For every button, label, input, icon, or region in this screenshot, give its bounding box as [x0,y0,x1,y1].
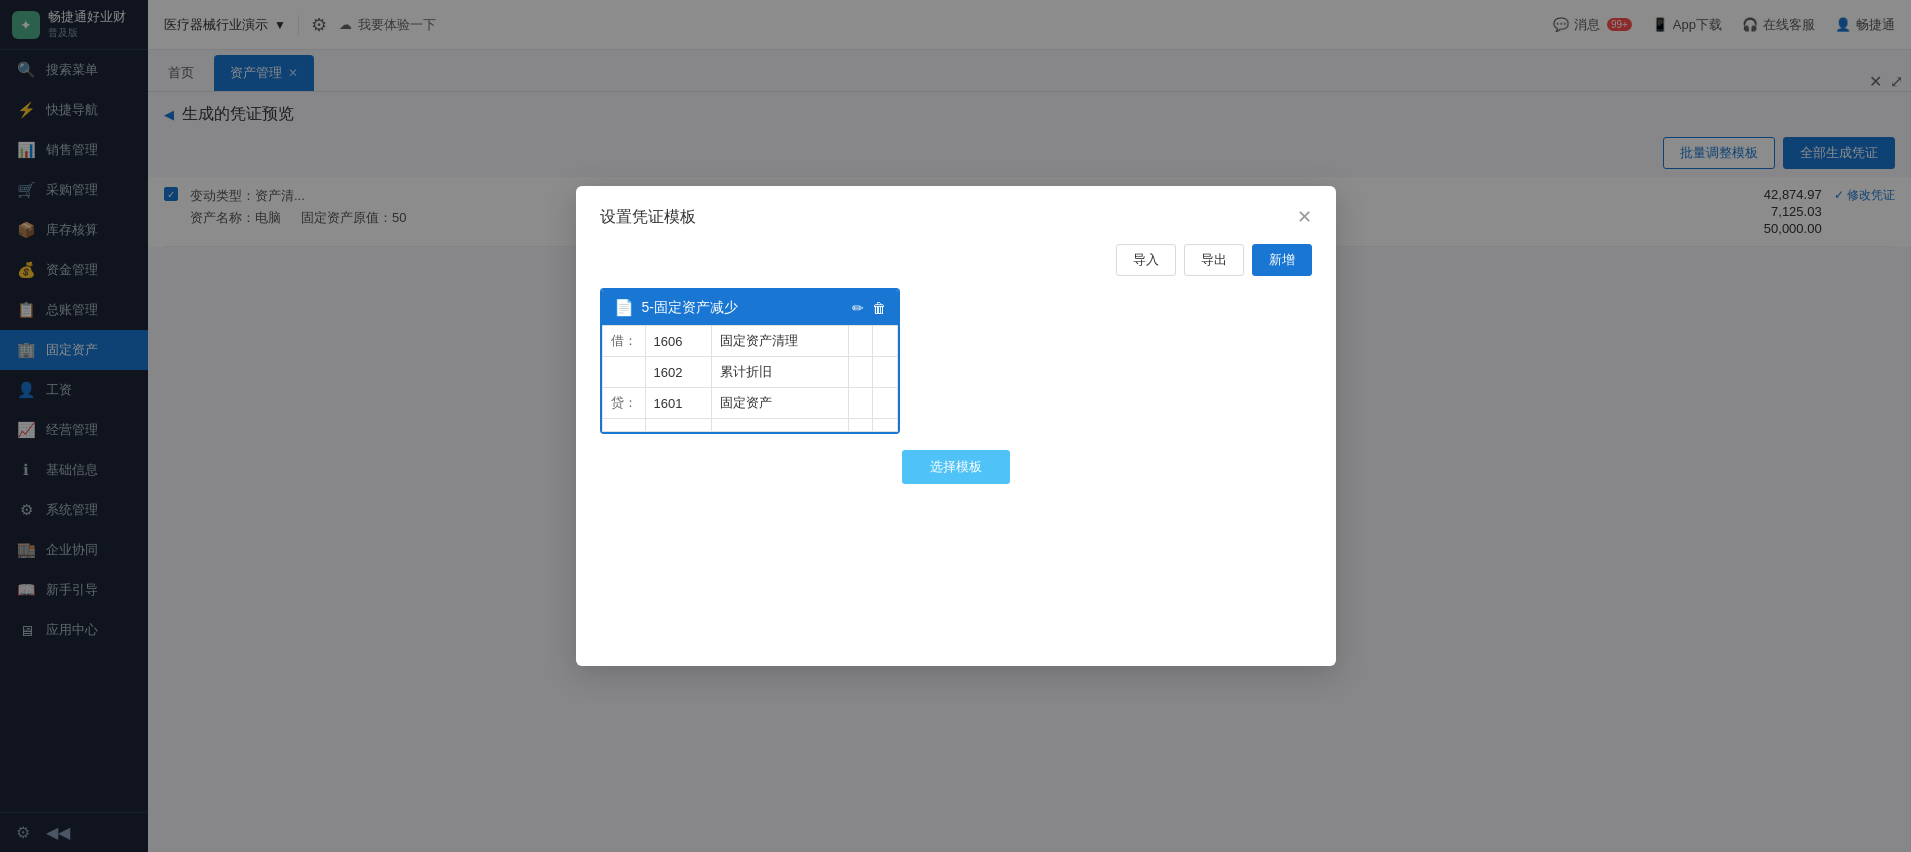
template-delete-icon[interactable]: 🗑 [872,300,886,316]
code-2: 1602 [645,357,711,388]
direction-3: 贷： [602,388,645,419]
dialog-overlay: 设置凭证模板 ✕ 导入 导出 新增 📄 5-固定资产减少 ✏ 🗑 [0,0,1911,852]
dialog-toolbar: 导入 导出 新增 [576,228,1336,288]
select-template-area: 选择模板 [600,450,1312,484]
template-edit-icon[interactable]: ✏ [852,300,864,316]
template-card: 📄 5-固定资产减少 ✏ 🗑 借： 1606 固定资产清理 [600,288,900,434]
new-btn[interactable]: 新增 [1252,244,1312,276]
debit-3 [848,388,872,419]
template-card-actions: ✏ 🗑 [852,300,886,316]
dialog-header: 设置凭证模板 ✕ [576,186,1336,228]
dialog-close-btn[interactable]: ✕ [1297,206,1312,228]
account-3: 固定资产 [711,388,848,419]
template-doc-icon: 📄 [614,298,634,317]
template-card-body: 借： 1606 固定资产清理 1602 累计折旧 [602,325,898,432]
template-row-3: 贷： 1601 固定资产 [602,388,897,419]
debit-2 [848,357,872,388]
credit-2 [873,357,898,388]
template-accounts-table: 借： 1606 固定资产清理 1602 累计折旧 [602,325,898,432]
credit-4 [873,419,898,432]
account-4 [711,419,848,432]
code-1: 1606 [645,326,711,357]
import-btn[interactable]: 导入 [1116,244,1176,276]
debit-4 [848,419,872,432]
direction-4 [602,419,645,432]
template-row-2: 1602 累计折旧 [602,357,897,388]
account-1: 固定资产清理 [711,326,848,357]
template-card-header: 📄 5-固定资产减少 ✏ 🗑 [602,290,898,325]
template-card-name: 5-固定资产减少 [642,299,844,317]
template-row-4 [602,419,897,432]
code-4 [645,419,711,432]
select-template-btn[interactable]: 选择模板 [902,450,1010,484]
template-row-1: 借： 1606 固定资产清理 [602,326,897,357]
code-3: 1601 [645,388,711,419]
account-2: 累计折旧 [711,357,848,388]
dialog-body: 📄 5-固定资产减少 ✏ 🗑 借： 1606 固定资产清理 [576,288,1336,520]
direction-2 [602,357,645,388]
dialog-title: 设置凭证模板 [600,207,696,228]
direction-1: 借： [602,326,645,357]
credit-3 [873,388,898,419]
export-btn[interactable]: 导出 [1184,244,1244,276]
debit-1 [848,326,872,357]
credit-1 [873,326,898,357]
set-template-dialog: 设置凭证模板 ✕ 导入 导出 新增 📄 5-固定资产减少 ✏ 🗑 [576,186,1336,666]
